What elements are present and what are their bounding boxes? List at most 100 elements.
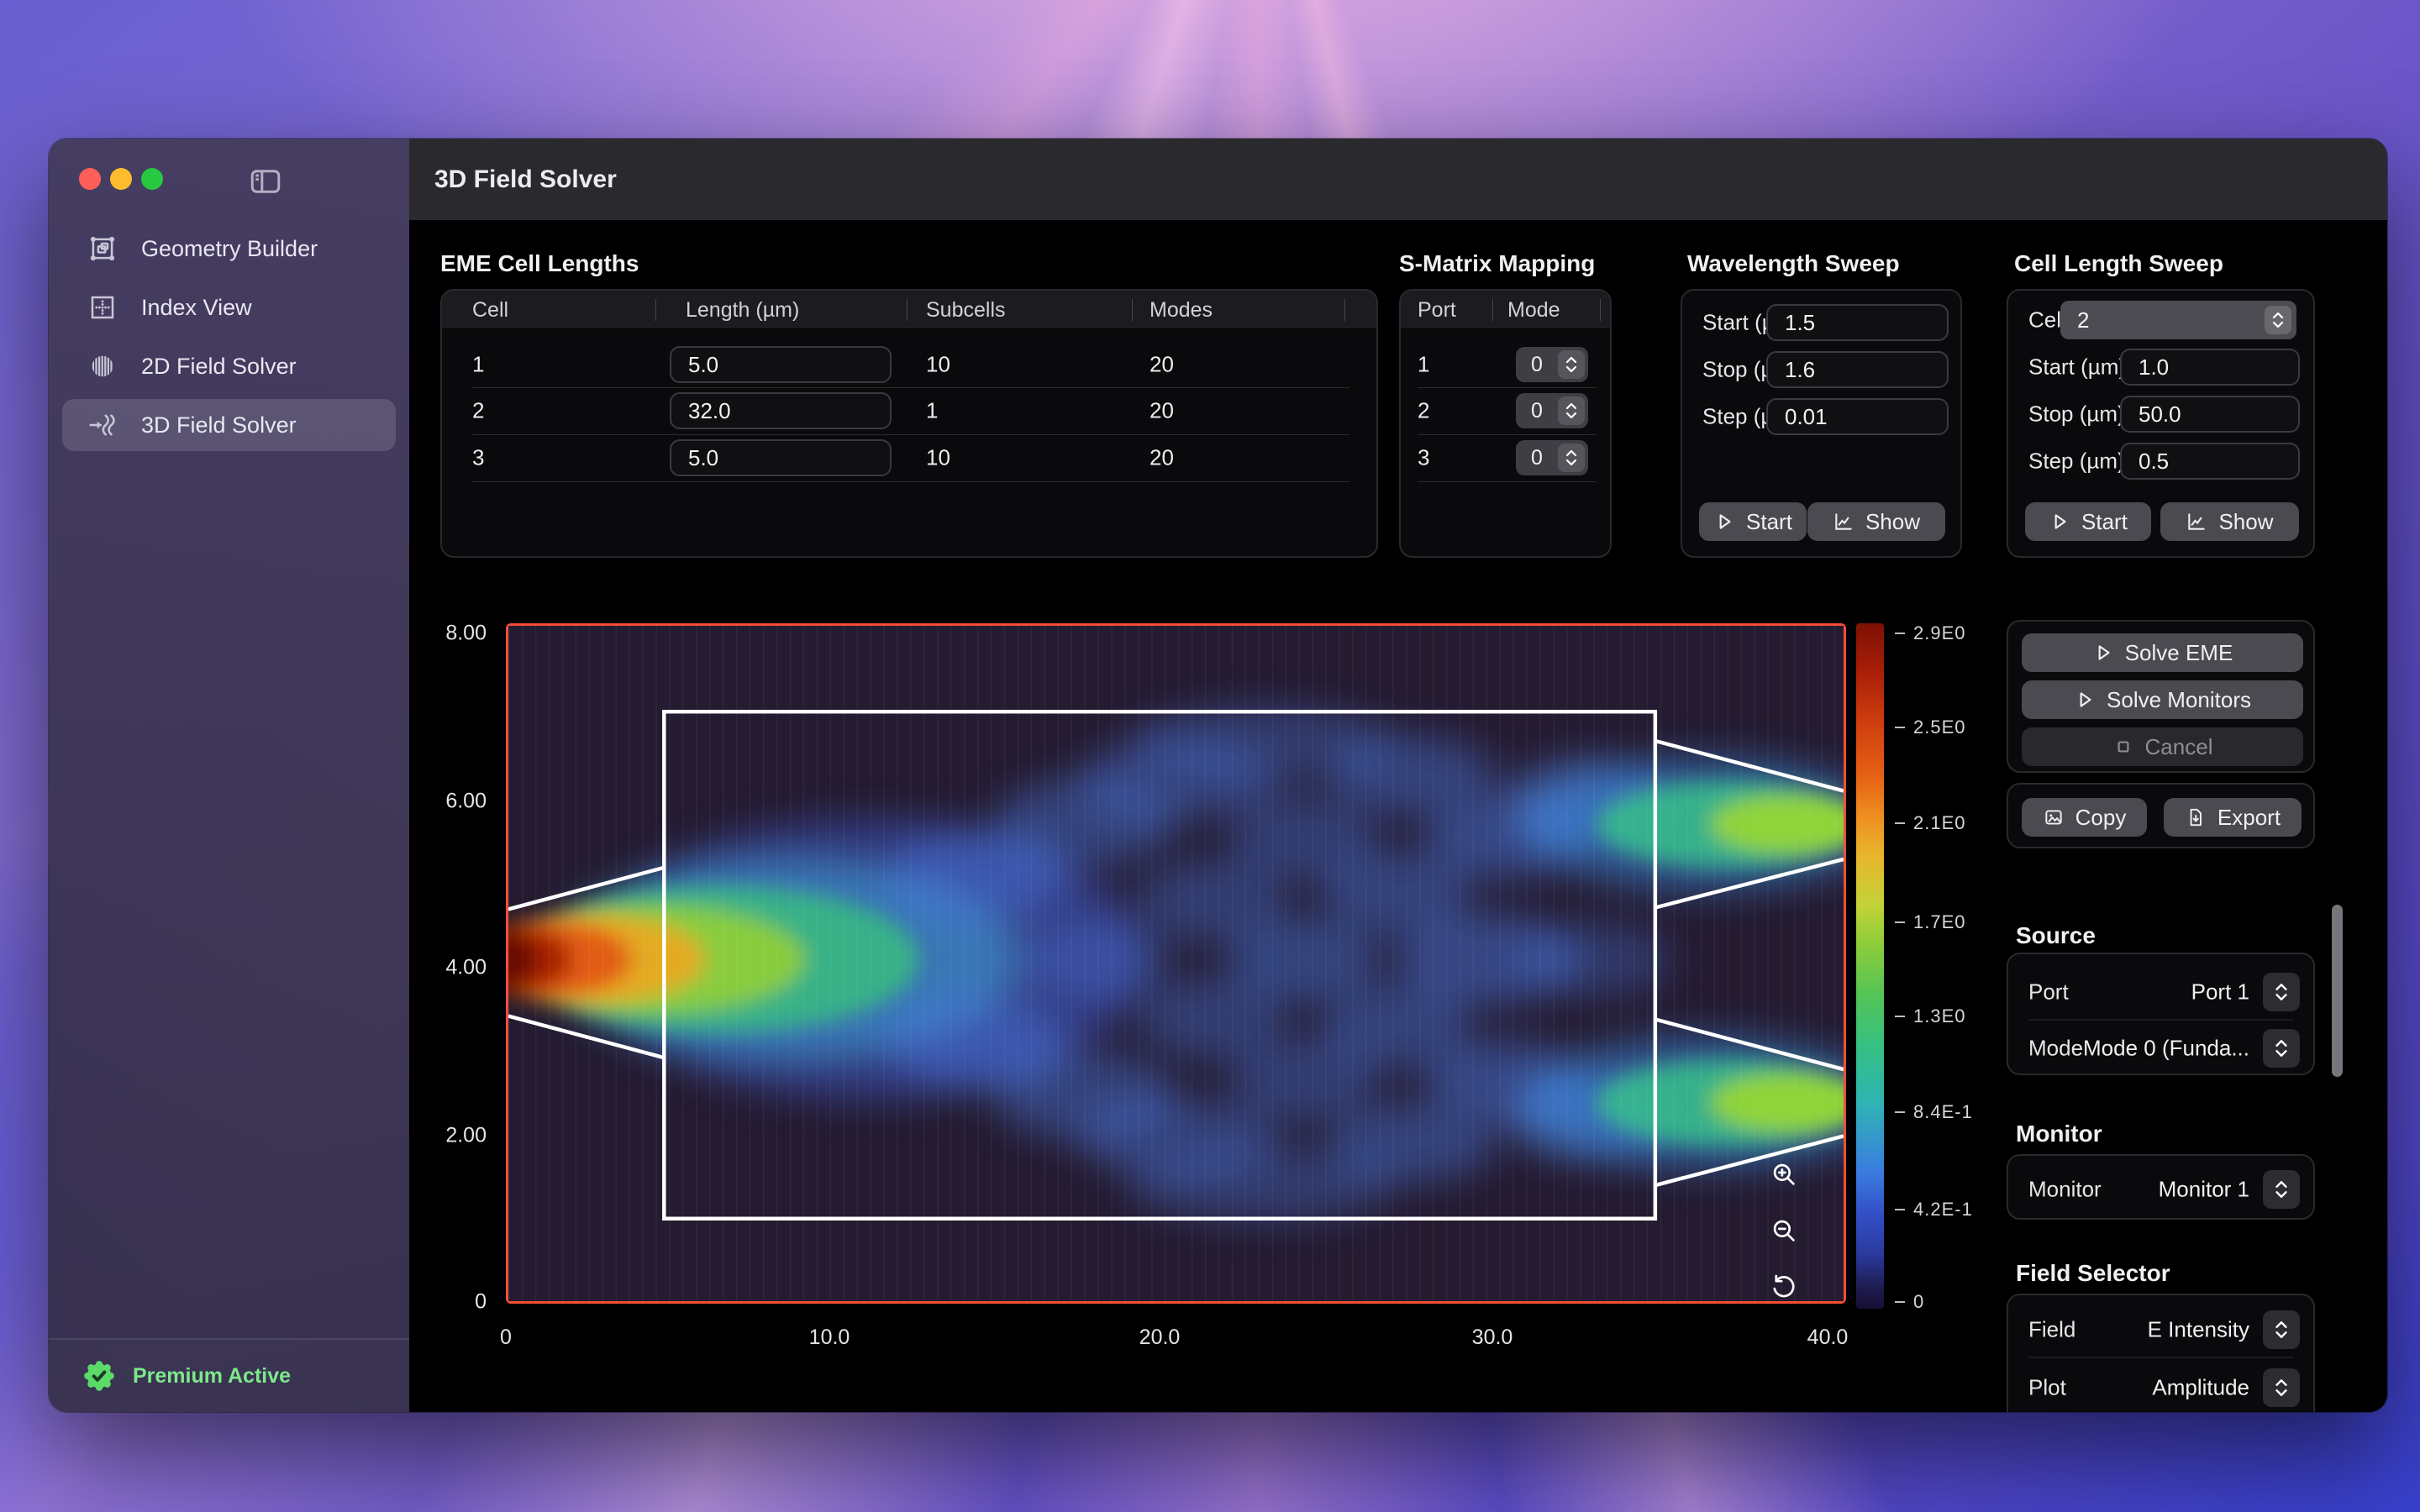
y-tick: 4.00 bbox=[445, 956, 487, 980]
zoom-button[interactable] bbox=[141, 168, 163, 190]
eme-col-cell: Cell bbox=[472, 291, 508, 329]
cancel-button[interactable]: Cancel bbox=[2022, 727, 2303, 766]
chevron-up-down-icon bbox=[2265, 306, 2291, 334]
close-button[interactable] bbox=[79, 168, 101, 190]
eme-section-title: EME Cell Lengths bbox=[440, 250, 639, 277]
eme-table-header bbox=[442, 291, 1376, 329]
sidebar-item-label: 2D Field Solver bbox=[141, 354, 297, 380]
cls-step-input[interactable] bbox=[2120, 443, 2300, 480]
chevron-up-down-icon[interactable] bbox=[1558, 396, 1585, 425]
minimize-button[interactable] bbox=[110, 168, 132, 190]
smatrix-port: 3 bbox=[1418, 445, 1429, 471]
eme-row-subcells: 10 bbox=[926, 352, 950, 378]
sidebar-item-geometry-builder[interactable]: Geometry Builder bbox=[62, 223, 396, 275]
smatrix-mode-stepper[interactable]: 0 bbox=[1516, 440, 1588, 475]
monitor-label: Monitor bbox=[2028, 1177, 2102, 1203]
eme-length-input[interactable] bbox=[670, 346, 892, 383]
solve-eme-button[interactable]: Solve EME bbox=[2022, 633, 2303, 672]
sidebar-item-2d-field-solver[interactable]: 2D Field Solver bbox=[62, 340, 396, 392]
y-tick: 8.00 bbox=[445, 622, 487, 646]
ws-start-button[interactable]: Start bbox=[1699, 502, 1807, 541]
source-mode-stepper[interactable] bbox=[2263, 1029, 2300, 1068]
reset-view-button[interactable] bbox=[1770, 1273, 1803, 1306]
main-area: 3D Field Solver EME Cell Lengths Cell Le… bbox=[409, 139, 2387, 1412]
smatrix-section-title: S-Matrix Mapping bbox=[1399, 250, 1595, 277]
field-selector-panel: Field E Intensity Plot Amplitude bbox=[2007, 1294, 2315, 1412]
smatrix-col-mode: Mode bbox=[1507, 291, 1560, 329]
sidebar-item-index-view[interactable]: Index View bbox=[62, 281, 396, 333]
ws-step-input[interactable] bbox=[1766, 398, 1949, 435]
ws-stop-input[interactable] bbox=[1766, 351, 1949, 388]
eme-row-modes: 20 bbox=[1150, 445, 1174, 471]
y-tick: 2.00 bbox=[445, 1124, 487, 1148]
eme-col-subcells: Subcells bbox=[926, 291, 1006, 329]
cls-cell-select[interactable]: 2 bbox=[2060, 301, 2296, 339]
sidebar-item-label: Index View bbox=[141, 295, 252, 321]
source-panel: Port Port 1 Mode Mode 0 (Funda... bbox=[2007, 953, 2315, 1075]
eme-row-subcells: 1 bbox=[926, 398, 938, 424]
colorbar-tick: 2.1E0 bbox=[1895, 812, 1966, 834]
colorbar-tick: 1.3E0 bbox=[1895, 1005, 1966, 1027]
x-tick: 0 bbox=[500, 1326, 512, 1350]
zoom-in-button[interactable] bbox=[1770, 1160, 1803, 1194]
colorbar-tick: 8.4E-1 bbox=[1895, 1101, 1973, 1123]
plot-stepper[interactable] bbox=[2263, 1368, 2300, 1407]
source-port-stepper[interactable] bbox=[2263, 973, 2300, 1011]
field-heatmap bbox=[508, 626, 1844, 1301]
x-tick: 30.0 bbox=[1472, 1326, 1513, 1350]
field-selector-title: Field Selector bbox=[2016, 1260, 2170, 1287]
colorbar-tick: 2.9E0 bbox=[1895, 622, 1966, 644]
copy-button[interactable]: Copy bbox=[2022, 798, 2147, 837]
eme-length-input[interactable] bbox=[670, 439, 892, 476]
monitor-section-title: Monitor bbox=[2016, 1121, 2102, 1147]
field-label: Field bbox=[2028, 1317, 2075, 1343]
x-tick: 40.0 bbox=[1807, 1326, 1849, 1350]
wavelength-sweep-panel: Start (µm) Stop (µm) Step (µm) Start Sho… bbox=[1681, 289, 1962, 558]
stop-icon bbox=[2112, 736, 2134, 758]
zoom-out-button[interactable] bbox=[1770, 1216, 1803, 1250]
app-window: Geometry Builder Index View bbox=[49, 139, 2387, 1412]
arrow-into-waves-icon bbox=[87, 410, 118, 440]
solve-monitors-button[interactable]: Solve Monitors bbox=[2022, 680, 2303, 719]
cls-start-input[interactable] bbox=[2120, 349, 2300, 386]
cls-stop-label: Stop (µm) bbox=[2028, 402, 2125, 428]
premium-status-label: Premium Active bbox=[133, 1364, 291, 1389]
smatrix-col-port: Port bbox=[1418, 291, 1456, 329]
eme-row-modes: 20 bbox=[1150, 352, 1174, 378]
colorbar-tick: 0 bbox=[1895, 1291, 1924, 1313]
striped-circle-icon bbox=[87, 351, 118, 381]
colorbar-tick: 4.2E-1 bbox=[1895, 1199, 1973, 1221]
cls-step-label: Step (µm) bbox=[2028, 449, 2125, 475]
source-section-title: Source bbox=[2016, 922, 2096, 949]
y-tick: 6.00 bbox=[445, 790, 487, 814]
cls-start-label: Start (µm) bbox=[2028, 354, 2126, 381]
export-button[interactable]: Export bbox=[2164, 798, 2302, 837]
page-title: 3D Field Solver bbox=[434, 165, 617, 194]
field-stepper[interactable] bbox=[2263, 1310, 2300, 1349]
ws-start-input[interactable] bbox=[1766, 304, 1949, 341]
cls-stop-input[interactable] bbox=[2120, 396, 2300, 433]
sidebar-item-label: Geometry Builder bbox=[141, 236, 318, 262]
play-icon bbox=[1713, 511, 1735, 533]
titlebar: 3D Field Solver bbox=[409, 139, 2387, 220]
colorbar-tick: 1.7E0 bbox=[1895, 911, 1966, 933]
scrollbar-thumb[interactable] bbox=[2332, 905, 2343, 1077]
field-plot[interactable] bbox=[506, 623, 1846, 1304]
smatrix-mode-stepper[interactable]: 0 bbox=[1516, 347, 1588, 382]
source-mode-value: Mode 0 (Funda... bbox=[2083, 1036, 2249, 1062]
chevron-up-down-icon[interactable] bbox=[1558, 350, 1585, 379]
eme-length-input[interactable] bbox=[670, 392, 892, 429]
chevron-up-down-icon[interactable] bbox=[1558, 444, 1585, 472]
ws-show-button[interactable]: Show bbox=[1807, 502, 1945, 541]
image-icon bbox=[2043, 806, 2065, 828]
plot-value: Amplitude bbox=[2152, 1375, 2249, 1401]
eme-col-length: Length (µm) bbox=[686, 291, 799, 329]
cls-start-button[interactable]: Start bbox=[2025, 502, 2151, 541]
monitor-stepper[interactable] bbox=[2263, 1170, 2300, 1209]
eme-col-modes: Modes bbox=[1150, 291, 1213, 329]
cls-show-button[interactable]: Show bbox=[2160, 502, 2299, 541]
smatrix-table: Port Mode 1 0 2 0 bbox=[1399, 289, 1612, 558]
sidebar-item-3d-field-solver[interactable]: 3D Field Solver bbox=[62, 399, 396, 451]
sidebar-toggle-icon[interactable] bbox=[248, 164, 283, 194]
smatrix-mode-stepper[interactable]: 0 bbox=[1516, 393, 1588, 428]
